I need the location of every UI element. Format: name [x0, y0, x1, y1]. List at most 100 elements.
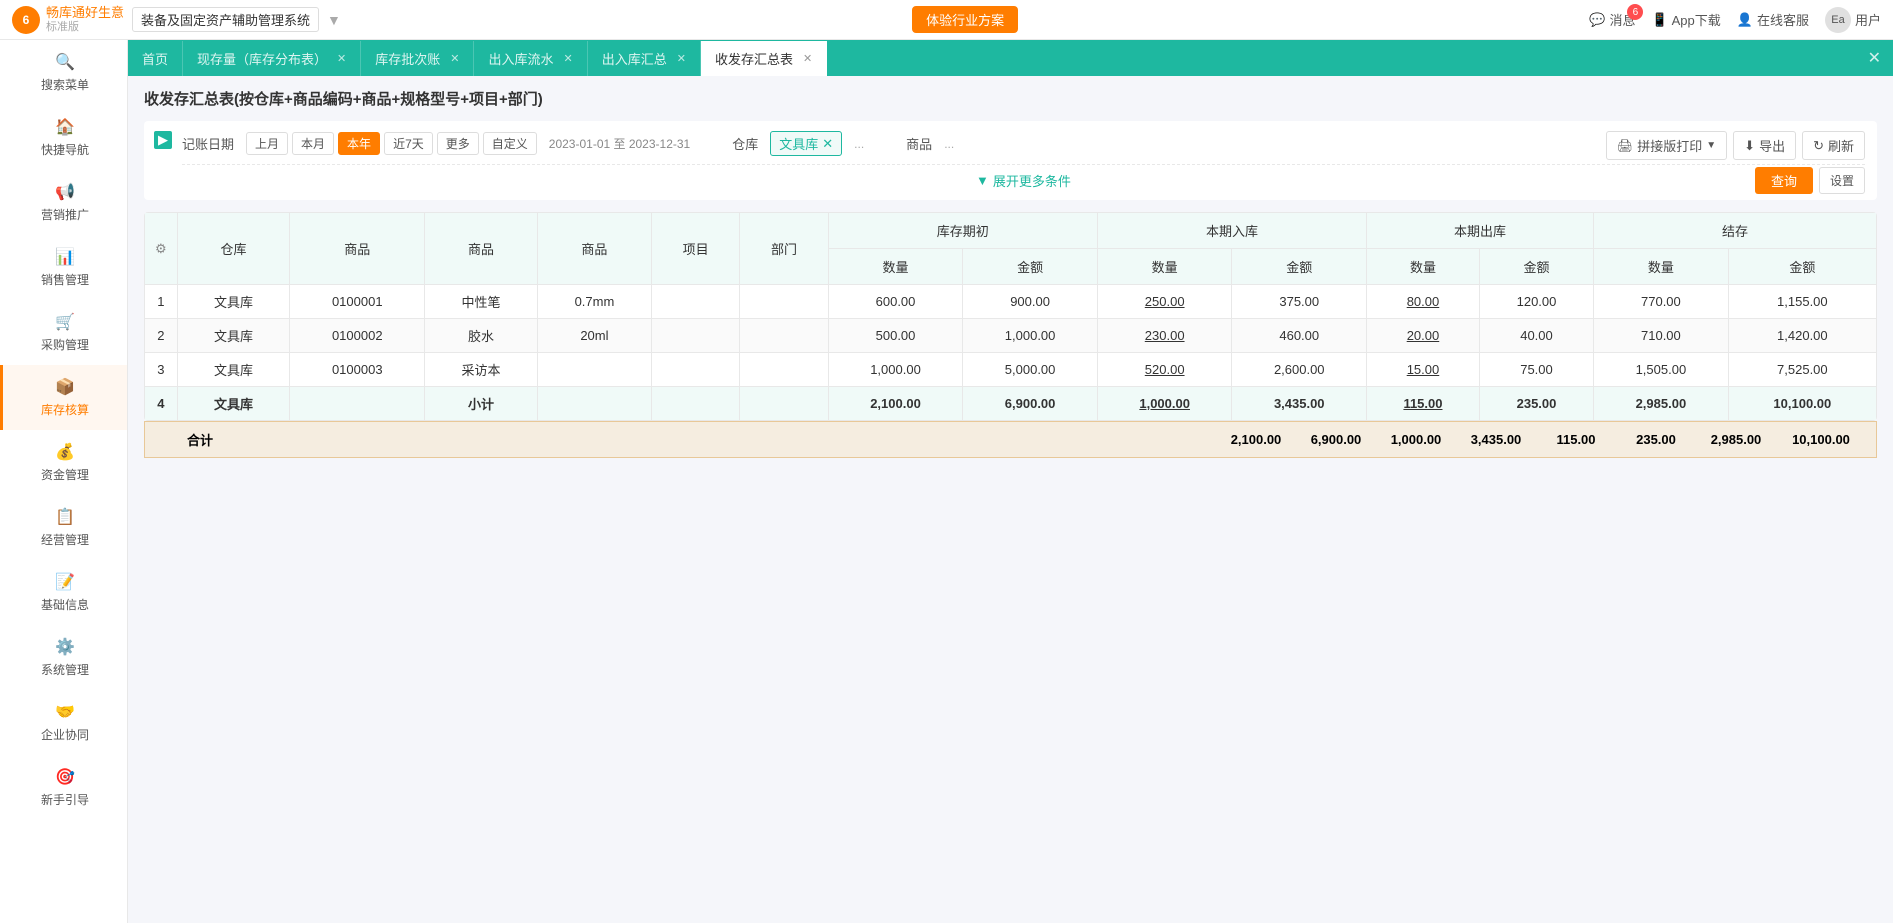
- sidebar-item-collab[interactable]: 🤝 企业协同: [0, 690, 127, 755]
- sidebar-item-inventory[interactable]: 📦 库存核算: [0, 365, 127, 430]
- td-out-qty[interactable]: 80.00: [1367, 285, 1480, 319]
- footer-label: 合计: [187, 430, 487, 449]
- footer-opening-amt: 6,900.00: [1296, 432, 1376, 447]
- td-project: [652, 285, 740, 319]
- filter-expand-arrow[interactable]: ▶: [154, 131, 172, 149]
- avatar: Ea: [1825, 7, 1851, 33]
- dropdown-icon[interactable]: ▼: [327, 12, 341, 28]
- guide-icon: 🎯: [55, 767, 75, 787]
- sidebar-item-purchase[interactable]: 🛒 采购管理: [0, 300, 127, 365]
- online-service-item[interactable]: 👤 在线客服: [1737, 10, 1809, 29]
- settings-button[interactable]: 设置: [1819, 167, 1865, 194]
- td-warehouse: 文具库: [177, 353, 290, 387]
- sidebar-label-inventory: 库存核算: [41, 401, 89, 418]
- td-in-qty[interactable]: 1,000.00: [1097, 387, 1232, 421]
- sidebar-item-quicknav[interactable]: 🏠 快捷导航: [0, 105, 127, 170]
- th-opening-group: 库存期初: [828, 213, 1097, 249]
- expand-more-conditions[interactable]: ▼ 展开更多条件: [182, 164, 1865, 190]
- th-balance-amt: 金额: [1728, 249, 1876, 285]
- trial-button[interactable]: 体验行业方案: [912, 6, 1018, 33]
- td-opening-amt: 900.00: [963, 285, 1098, 319]
- sidebar-item-finance[interactable]: 💰 资金管理: [0, 430, 127, 495]
- td-out-qty[interactable]: 115.00: [1367, 387, 1480, 421]
- td-balance-qty: 770.00: [1594, 285, 1729, 319]
- sidebar-item-baseinfo[interactable]: 📝 基础信息: [0, 560, 127, 625]
- tab-inventory-dist[interactable]: 现存量（库存分布表） ✕: [183, 41, 361, 76]
- tab-flow[interactable]: 出入库流水 ✕: [474, 41, 587, 76]
- filter-area: ▶ 记账日期 上月 本月 本年 近7天 更多 自定义 2023-01-01: [144, 121, 1877, 200]
- td-in-qty[interactable]: 230.00: [1097, 319, 1232, 353]
- tab-close-batch[interactable]: ✕: [450, 52, 459, 65]
- print-icon: 🖨: [1617, 138, 1634, 154]
- date-btn-7days[interactable]: 近7天: [384, 132, 433, 155]
- tab-close-all[interactable]: ✕: [1856, 48, 1893, 68]
- marketing-icon: 📢: [55, 182, 75, 202]
- td-out-qty[interactable]: 15.00: [1367, 353, 1480, 387]
- th-opening-qty: 数量: [828, 249, 963, 285]
- warehouse-remove[interactable]: ✕: [822, 136, 833, 152]
- warehouse-more[interactable]: ...: [854, 137, 864, 151]
- top-bar: 6 畅库通好生意 标准版 装备及固定资产辅助管理系统 ▼ 体验行业方案 💬 消息…: [0, 0, 1893, 40]
- td-opening-qty: 1,000.00: [828, 353, 963, 387]
- table-footer: 合计 2,100.00 6,900.00 1,000.00 3,435.00 1…: [144, 421, 1877, 458]
- sidebar-label-baseinfo: 基础信息: [41, 596, 89, 613]
- th-warehouse: 仓库: [177, 213, 290, 285]
- logo-area: 6 畅库通好生意 标准版: [12, 5, 124, 34]
- tab-close-flow[interactable]: ✕: [564, 52, 573, 65]
- sidebar-item-system[interactable]: ⚙️ 系统管理: [0, 625, 127, 690]
- refresh-button[interactable]: ↻ 刷新: [1802, 131, 1865, 160]
- td-goods-code: [290, 387, 425, 421]
- footer-out-amt: 235.00: [1616, 432, 1696, 447]
- td-out-qty[interactable]: 20.00: [1367, 319, 1480, 353]
- tab-inout-summary[interactable]: 出入库汇总 ✕: [588, 41, 701, 76]
- logo-text: 畅库通好生意 标准版: [46, 5, 124, 34]
- column-settings-icon[interactable]: ⚙: [155, 241, 167, 256]
- print-button[interactable]: 🖨 拼接版打印 ▼: [1606, 131, 1727, 160]
- operation-icon: 📋: [55, 507, 75, 527]
- message-badge: 6: [1627, 4, 1643, 20]
- tab-home[interactable]: 首页: [128, 41, 183, 76]
- td-balance-amt: 7,525.00: [1728, 353, 1876, 387]
- td-in-qty[interactable]: 520.00: [1097, 353, 1232, 387]
- th-in-amt: 金额: [1232, 249, 1367, 285]
- th-balance-group: 结存: [1594, 213, 1877, 249]
- td-out-amt: 120.00: [1479, 285, 1593, 319]
- date-btn-prev-month[interactable]: 上月: [246, 132, 288, 155]
- warehouse-tag: 文具库 ✕: [770, 131, 842, 156]
- user-item[interactable]: Ea 用户: [1825, 7, 1881, 33]
- td-index: 3: [145, 353, 178, 387]
- td-goods-name: 采访本: [425, 353, 538, 387]
- export-button[interactable]: ⬇ 导出: [1733, 131, 1796, 160]
- date-btn-custom[interactable]: 自定义: [483, 132, 537, 155]
- sidebar-item-guide[interactable]: 🎯 新手引导: [0, 755, 127, 820]
- sidebar-label-purchase: 采购管理: [41, 336, 89, 353]
- td-in-amt: 460.00: [1232, 319, 1367, 353]
- sidebar-item-sales[interactable]: 📊 销售管理: [0, 235, 127, 300]
- message-icon: 💬: [1589, 12, 1605, 28]
- main-layout: 🔍 搜索菜单 🏠 快捷导航 📢 营销推广 📊 销售管理 🛒 采购管理 📦 库存核…: [0, 40, 1893, 923]
- warehouse-label: 仓库: [732, 134, 758, 153]
- main-table: ⚙ 仓库 商品 商品 商品 项目 部门 库存期初 本期入库 本期出库 结存: [144, 212, 1877, 421]
- baseinfo-icon: 📝: [55, 572, 75, 592]
- sidebar-item-operation[interactable]: 📋 经营管理: [0, 495, 127, 560]
- goods-more[interactable]: ...: [944, 137, 954, 151]
- td-goods-name: 小计: [425, 387, 538, 421]
- tab-close-inout-summary[interactable]: ✕: [677, 52, 686, 65]
- inventory-icon: 📦: [55, 377, 75, 397]
- date-btn-more[interactable]: 更多: [437, 132, 479, 155]
- tab-batch[interactable]: 库存批次账 ✕: [361, 41, 474, 76]
- sidebar-label-quicknav: 快捷导航: [41, 141, 89, 158]
- date-btn-this-year[interactable]: 本年: [338, 132, 380, 155]
- query-settings-buttons: 查询 设置: [1755, 167, 1865, 194]
- sidebar-item-search[interactable]: 🔍 搜索菜单: [0, 40, 127, 105]
- td-in-qty[interactable]: 250.00: [1097, 285, 1232, 319]
- sidebar-label-sales: 销售管理: [41, 271, 89, 288]
- tab-close-inventory-dist[interactable]: ✕: [337, 52, 346, 65]
- messages-item[interactable]: 💬 消息 6: [1589, 10, 1635, 29]
- app-download-item[interactable]: 📱 App下载: [1651, 10, 1720, 29]
- date-btn-this-month[interactable]: 本月: [292, 132, 334, 155]
- tab-close-receive-summary[interactable]: ✕: [803, 52, 812, 65]
- query-button[interactable]: 查询: [1755, 167, 1813, 194]
- tab-receive-summary[interactable]: 收发存汇总表 ✕: [701, 41, 827, 76]
- sidebar-item-marketing[interactable]: 📢 营销推广: [0, 170, 127, 235]
